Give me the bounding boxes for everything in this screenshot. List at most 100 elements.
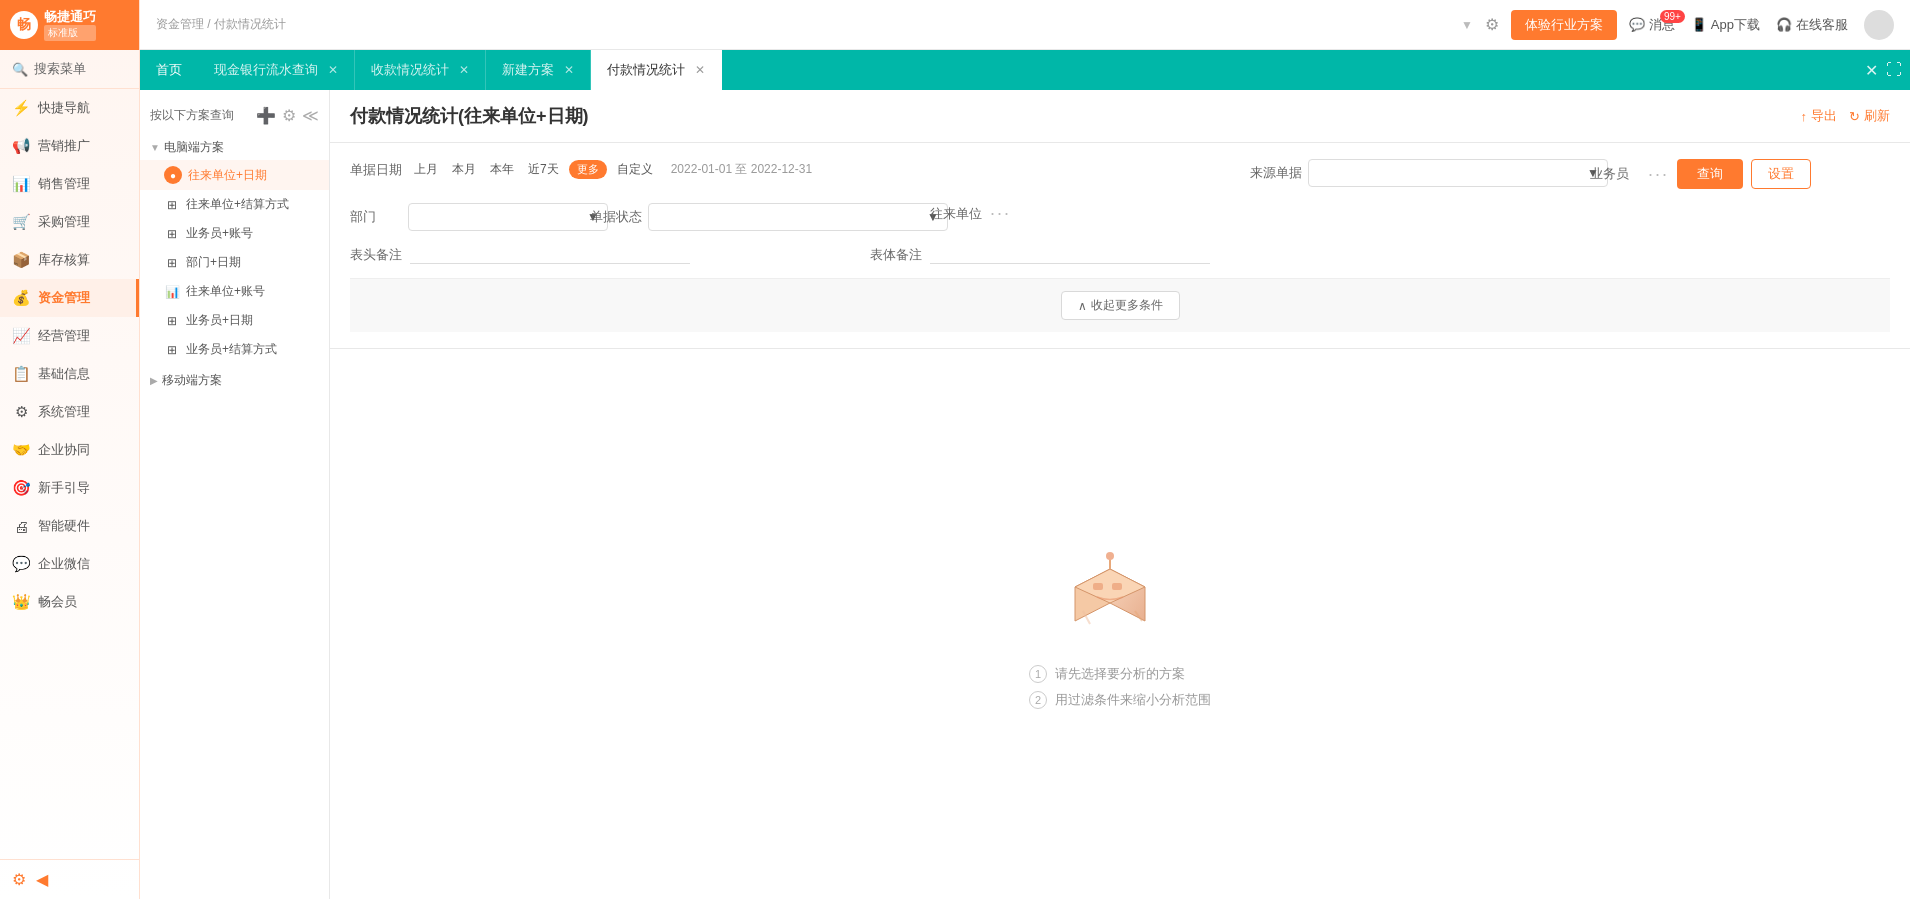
phone-icon: 📱 [1691,17,1707,32]
left-panel-header: 按以下方案查询 ➕ ⚙ ≪ [140,100,329,131]
sidebar-item-system[interactable]: ⚙ 系统管理 [0,393,139,431]
tab-income[interactable]: 收款情况统计 ✕ [355,50,486,90]
logo-icon: 畅 [10,11,38,39]
operations-icon: 📈 [12,327,30,345]
tab-bank-close[interactable]: ✕ [328,63,338,77]
tab-close-all-btn[interactable]: ✕ [1865,61,1878,80]
page-actions: ↑ 导出 ↻ 刷新 [1801,107,1891,125]
svg-rect-4 [1112,583,1122,590]
sidebar-item-marketing[interactable]: 📢 营销推广 [0,127,139,165]
svg-point-6 [1106,552,1114,560]
sidebar-item-wechat[interactable]: 💬 企业微信 [0,545,139,583]
tab-bank[interactable]: 现金银行流水查询 ✕ [198,50,355,90]
trial-btn[interactable]: 体验行业方案 [1511,10,1617,40]
desktop-group-header[interactable]: ▼ 电脑端方案 [140,135,329,160]
schema-settings-btn[interactable]: ⚙ [282,106,296,125]
left-panel: 按以下方案查询 ➕ ⚙ ≪ ▼ 电脑端方案 ● 往来单位+日期 ⊞ 往来单位+结… [140,90,330,899]
refresh-btn[interactable]: ↻ 刷新 [1849,107,1890,125]
quick-nav-icon: ⚡ [12,99,30,117]
schema-item-counterpart-date[interactable]: ● 往来单位+日期 [140,160,329,190]
header-note-input[interactable] [410,245,690,264]
schema-item-salesperson-date[interactable]: ⊞ 业务员+日期 [140,306,329,335]
user-avatar[interactable] [1864,10,1894,40]
empty-illustration [1055,539,1185,649]
topbar-gear-icon[interactable]: ⚙ [1485,15,1499,34]
svg-rect-3 [1093,583,1103,590]
capital-icon: 💰 [12,289,30,307]
filter-row-3: 表头备注 表体备注 [350,245,1890,264]
left-panel-actions: ➕ ⚙ ≪ [256,106,319,125]
date-btn-this-month[interactable]: 本月 [448,159,480,180]
schema-item-dept-date[interactable]: ⊞ 部门+日期 [140,248,329,277]
dept-select[interactable]: ▼ [408,203,608,231]
sidebar-item-quick-nav[interactable]: ⚡ 快捷导航 [0,89,139,127]
msg-btn[interactable]: 💬 消息 99+ [1629,16,1675,34]
settings-icon[interactable]: ⚙ [12,870,26,889]
marketing-icon: 📢 [12,137,30,155]
tab-home[interactable]: 首页 [140,50,198,90]
sidebar-item-inventory[interactable]: 📦 库存核算 [0,241,139,279]
mobile-schema-group: ▶ 移动端方案 [140,368,329,393]
counterpart-dots[interactable]: ··· [990,203,1011,224]
refresh-icon: ↻ [1849,109,1860,124]
sidebar-item-basic[interactable]: 📋 基础信息 [0,355,139,393]
sidebar-item-sales[interactable]: 📊 销售管理 [0,165,139,203]
filter-area: 单据日期 上月 本月 本年 近7天 更多 自定义 2022-01-01 至 20… [330,143,1910,349]
collapse-sidebar-icon[interactable]: ◀ [36,870,48,889]
panel-collapse-btn[interactable]: ≪ [302,106,319,125]
tab-new-plan-close[interactable]: ✕ [564,63,574,77]
date-btn-last-month[interactable]: 上月 [410,159,442,180]
date-btn-more[interactable]: 更多 [569,160,607,179]
add-schema-btn[interactable]: ➕ [256,106,276,125]
sidebar-search[interactable]: 🔍 搜索菜单 [0,50,139,89]
salesperson-settlement-icon: ⊞ [164,342,180,358]
collapse-more-btn[interactable]: ∧ 收起更多条件 [1061,291,1180,320]
empty-tip-2: 2 用过滤条件来缩小分析范围 [1029,691,1211,709]
counterpart-date-active-dot: ● [164,166,182,184]
counterpart-account-icon: 📊 [164,284,180,300]
export-btn[interactable]: ↑ 导出 [1801,107,1838,125]
doc-status-select[interactable]: ▼ [648,203,948,231]
schema-item-counterpart-account[interactable]: 📊 往来单位+账号 [140,277,329,306]
sidebar-item-capital[interactable]: 💰 资金管理 [0,279,139,317]
date-btn-this-year[interactable]: 本年 [486,159,518,180]
sidebar-item-operations[interactable]: 📈 经营管理 [0,317,139,355]
sidebar-logo: 畅 畅捷通巧 标准版 [0,0,139,50]
schema-item-salesperson-settlement[interactable]: ⊞ 业务员+结算方式 [140,335,329,364]
salesperson-date-icon: ⊞ [164,313,180,329]
source-select[interactable]: ▼ [1308,159,1608,187]
content-area: 按以下方案查询 ➕ ⚙ ≪ ▼ 电脑端方案 ● 往来单位+日期 ⊞ 往来单位+结… [140,90,1910,899]
filter-doc-status: 单据状态 ▼ [590,203,910,231]
tab-payment-stats[interactable]: 付款情况统计 ✕ [591,50,722,90]
body-note-input[interactable] [930,245,1210,264]
sidebar-item-purchase[interactable]: 🛒 采购管理 [0,203,139,241]
query-btn[interactable]: 查询 [1677,159,1743,189]
tab-income-close[interactable]: ✕ [459,63,469,77]
mobile-group-header[interactable]: ▶ 移动端方案 [140,368,329,393]
member-icon: 👑 [12,593,30,611]
schema-item-counterpart-settlement[interactable]: ⊞ 往来单位+结算方式 [140,190,329,219]
date-range[interactable]: 2022-01-01 至 2022-12-31 [671,161,812,178]
guide-icon: 🎯 [12,479,30,497]
collapse-area: ∧ 收起更多条件 [350,278,1890,332]
app-download-btn[interactable]: 📱 App下载 [1691,16,1760,34]
collapse-icon: ∧ [1078,299,1087,313]
date-btn-7days[interactable]: 近7天 [524,159,563,180]
service-btn[interactable]: 🎧 在线客服 [1776,16,1848,34]
salesperson-dots[interactable]: ··· [1648,164,1669,185]
schema-item-salesperson-account[interactable]: ⊞ 业务员+账号 [140,219,329,248]
settings-btn[interactable]: 设置 [1751,159,1811,189]
arrow-right-icon: ▶ [150,375,158,386]
sidebar-item-guide[interactable]: 🎯 新手引导 [0,469,139,507]
sidebar-item-hardware[interactable]: 🖨 智能硬件 [0,507,139,545]
tab-expand-btn[interactable]: ⛶ [1886,61,1902,79]
empty-tip-1: 1 请先选择要分析的方案 [1029,665,1211,683]
tab-new-plan[interactable]: 新建方案 ✕ [486,50,591,90]
sidebar-item-member[interactable]: 👑 畅会员 [0,583,139,621]
sidebar-item-enterprise[interactable]: 🤝 企业协同 [0,431,139,469]
date-btn-custom[interactable]: 自定义 [613,159,657,180]
desktop-schema-group: ▼ 电脑端方案 ● 往来单位+日期 ⊞ 往来单位+结算方式 ⊞ 业务员+账号 ⊞… [140,135,329,364]
tabbar: 首页 现金银行流水查询 ✕ 收款情况统计 ✕ 新建方案 ✕ 付款情况统计 ✕ ✕… [140,50,1910,90]
tab-payment-stats-close[interactable]: ✕ [695,63,705,77]
topbar: 资金管理 / 付款情况统计 ▼ ⚙ 体验行业方案 💬 消息 99+ 📱 App下… [140,0,1910,50]
